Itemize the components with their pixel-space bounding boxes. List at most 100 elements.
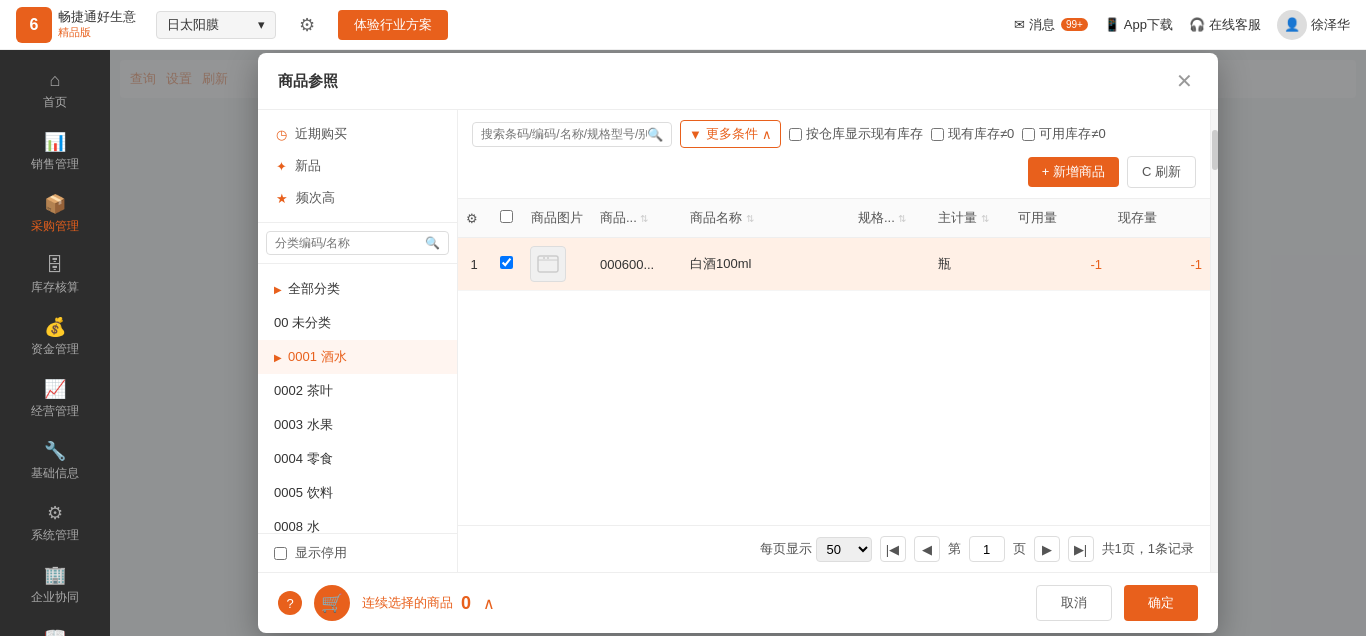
next-page-button[interactable]: ▶ — [1034, 536, 1060, 562]
scroll-thumb[interactable] — [1212, 130, 1218, 170]
refresh-button[interactable]: C 刷新 — [1127, 156, 1196, 188]
sidebar-item-system[interactable]: ⚙ 系统管理 — [0, 492, 110, 554]
row-name: 白酒100ml — [682, 238, 850, 291]
sidebar-item-operation[interactable]: 📈 经营管理 — [0, 368, 110, 430]
sidebar-item-sales[interactable]: 📊 销售管理 — [0, 121, 110, 183]
collapse-button[interactable]: ∧ — [483, 594, 495, 613]
check-stock[interactable]: 现有库存≠0 — [931, 125, 1014, 143]
cat-item-0002[interactable]: 0002 茶叶 — [258, 374, 457, 408]
top-nav: 6 畅捷通好生意 精品版 日太阳膜 ▾ ⚙ 体验行业方案 ✉ 消息 99+ 📱 … — [0, 0, 1366, 50]
first-page-button[interactable]: |◀ — [880, 536, 906, 562]
sort-spec-icon[interactable]: ⇅ — [898, 213, 906, 224]
cat-label-0008: 0008 水 — [274, 518, 320, 533]
row-num: 1 — [458, 238, 490, 291]
avatar: 👤 — [1277, 10, 1307, 40]
content-area: 查询 设置 刷新 商品参照 ✕ ◷ — [110, 50, 1366, 636]
chevron-down-icon: ▾ — [258, 17, 265, 32]
confirm-button[interactable]: 确定 — [1124, 585, 1198, 621]
customer-service-button[interactable]: 🎧 在线客服 — [1189, 16, 1261, 34]
app-download-button[interactable]: 📱 App下载 — [1104, 16, 1173, 34]
row-unit: 瓶 — [930, 238, 1010, 291]
messages-button[interactable]: ✉ 消息 99+ — [1014, 16, 1088, 34]
col-unit-header: 主计量 ⇅ — [930, 199, 1010, 238]
sidebar-item-guide[interactable]: 📖 新手引导 — [0, 616, 110, 636]
cat-label-0004: 0004 零食 — [274, 450, 333, 468]
cancel-button[interactable]: 取消 — [1036, 585, 1112, 621]
svg-point-2 — [547, 257, 549, 259]
cat-item-all[interactable]: ▶ 全部分类 — [258, 272, 457, 306]
selected-count: 0 — [461, 593, 471, 614]
col-code-label: 商品... — [600, 210, 637, 225]
category-search-input[interactable] — [275, 236, 425, 250]
cat-item-0005[interactable]: 0005 饮料 — [258, 476, 457, 510]
sidebar-label-home: 首页 — [43, 94, 67, 111]
modal-scrollbar[interactable] — [1210, 110, 1218, 572]
cat-item-0003[interactable]: 0003 水果 — [258, 408, 457, 442]
sidebar-item-finance[interactable]: 💰 资金管理 — [0, 306, 110, 368]
sidebar-label-purchase: 采购管理 — [31, 218, 79, 235]
current-page-input[interactable] — [969, 536, 1005, 562]
cat-item-0001[interactable]: ▶ 0001 酒水 — [258, 340, 457, 374]
modal-close-button[interactable]: ✕ — [1170, 67, 1198, 95]
product-search-input[interactable] — [481, 127, 647, 141]
left-tab-frequent[interactable]: ★ 频次高 — [266, 182, 449, 214]
nav-right: ✉ 消息 99+ 📱 App下载 🎧 在线客服 👤 徐泽华 — [1014, 10, 1350, 40]
total-info: 共1页，1条记录 — [1102, 540, 1194, 558]
left-tab-new-label: 新品 — [295, 157, 321, 175]
logo-icon: 6 — [16, 7, 52, 43]
cat-item-0004[interactable]: 0004 零食 — [258, 442, 457, 476]
cart-button[interactable]: 🛒 — [314, 585, 350, 621]
add-product-button[interactable]: + 新增商品 — [1028, 157, 1119, 187]
sort-unit-icon[interactable]: ⇅ — [981, 213, 989, 224]
row-available: -1 — [1010, 238, 1110, 291]
nav-branch-dropdown[interactable]: 日太阳膜 ▾ — [156, 11, 276, 39]
category-search: 🔍 — [258, 223, 457, 264]
sort-name-icon[interactable]: ⇅ — [746, 213, 754, 224]
row-image — [522, 238, 592, 291]
sidebar-item-enterprise[interactable]: 🏢 企业协同 — [0, 554, 110, 616]
user-profile[interactable]: 👤 徐泽华 — [1277, 10, 1350, 40]
product-search-box[interactable]: 🔍 — [472, 122, 672, 147]
page-word2: 页 — [1013, 540, 1026, 558]
table-row[interactable]: 1 — [458, 238, 1210, 291]
sidebar-label-finance: 资金管理 — [31, 341, 79, 358]
row-checkbox[interactable] — [500, 256, 513, 269]
page-size-label: 每页显示 — [760, 540, 812, 558]
check-warehouse-input[interactable] — [789, 128, 802, 141]
filter-button[interactable]: ▼ 更多条件 ∧ — [680, 120, 781, 148]
sidebar-item-purchase[interactable]: 📦 采购管理 — [0, 183, 110, 245]
prev-page-button[interactable]: ◀ — [914, 536, 940, 562]
experience-button[interactable]: 体验行业方案 — [338, 10, 448, 40]
cat-item-0008[interactable]: 0008 水 — [258, 510, 457, 533]
table-scroll[interactable]: ⚙ 商品图片 商品... — [458, 199, 1210, 525]
sidebar-label-system: 系统管理 — [31, 527, 79, 544]
sidebar-item-home[interactable]: ⌂ 首页 — [0, 60, 110, 121]
settings-col-icon[interactable]: ⚙ — [466, 211, 478, 226]
select-all-checkbox[interactable] — [500, 210, 513, 223]
check-stock-input[interactable] — [931, 128, 944, 141]
sidebar-item-basic[interactable]: 🔧 基础信息 — [0, 430, 110, 492]
footer-left: ? 🛒 连续选择的商品 0 ∧ — [278, 585, 495, 621]
check-available-input[interactable] — [1022, 128, 1035, 141]
help-button[interactable]: ? — [278, 591, 302, 615]
table-area: ⚙ 商品图片 商品... — [458, 199, 1210, 572]
check-warehouse[interactable]: 按仓库显示现有库存 — [789, 125, 923, 143]
cat-item-00[interactable]: 00 未分类 — [258, 306, 457, 340]
left-tab-new[interactable]: ✦ 新品 — [266, 150, 449, 182]
show-disabled-checkbox[interactable] — [274, 547, 287, 560]
product-thumbnail — [530, 246, 566, 282]
cat-search-icon[interactable]: 🔍 — [425, 236, 440, 250]
row-check[interactable] — [490, 238, 522, 291]
search-icon[interactable]: 🔍 — [647, 127, 663, 142]
settings-icon[interactable]: ⚙ — [292, 10, 322, 40]
cat-label-0001: 0001 酒水 — [288, 348, 347, 366]
page-size-dropdown[interactable]: 50 10 20 100 — [816, 537, 872, 562]
sort-code-icon[interactable]: ⇅ — [640, 213, 648, 224]
last-page-button[interactable]: ▶| — [1068, 536, 1094, 562]
category-list: ▶ 全部分类 00 未分类 ▶ 0001 酒水 0002 茶 — [258, 264, 457, 533]
check-available[interactable]: 可用库存≠0 — [1022, 125, 1105, 143]
sidebar-item-inventory[interactable]: 🗄 库存核算 — [0, 245, 110, 306]
left-tab-recent[interactable]: ◷ 近期购买 — [266, 118, 449, 150]
category-search-box[interactable]: 🔍 — [266, 231, 449, 255]
product-reference-modal: 商品参照 ✕ ◷ 近期购买 ✦ 新品 — [258, 53, 1218, 633]
